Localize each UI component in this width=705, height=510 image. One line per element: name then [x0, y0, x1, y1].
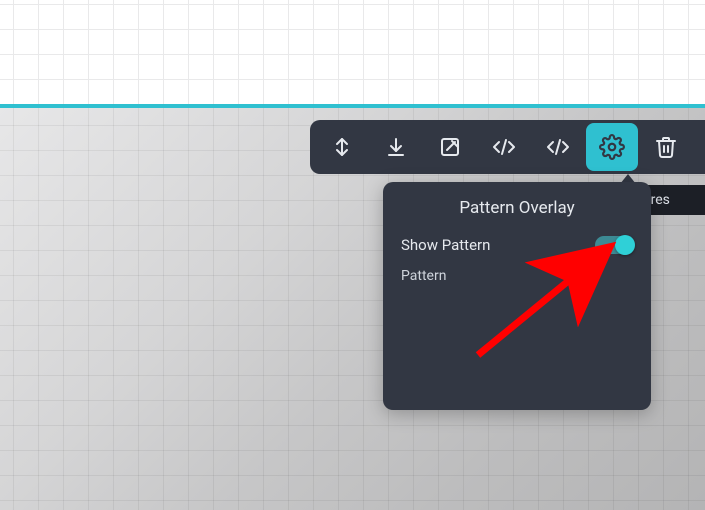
move-vertical-icon [330, 135, 354, 159]
code-icon [491, 135, 517, 159]
move-button[interactable] [316, 123, 368, 171]
show-pattern-label: Show Pattern [401, 236, 490, 254]
code-button[interactable] [478, 123, 530, 171]
trash-icon [654, 135, 678, 159]
toggle-knob [615, 235, 635, 255]
edit-icon [438, 135, 462, 159]
show-pattern-row: Show Pattern [401, 236, 633, 254]
settings-button[interactable] [586, 123, 638, 171]
canvas-stage: tres Pattern Overlay Show Pattern Patter… [0, 0, 705, 510]
gear-icon [599, 134, 625, 160]
panel-title: Pattern Overlay [401, 198, 633, 218]
edit-button[interactable] [424, 123, 476, 171]
download-icon [384, 135, 408, 159]
pattern-overlay-panel: Pattern Overlay Show Pattern Pattern [383, 182, 651, 410]
top-grid-area [0, 0, 705, 104]
download-button[interactable] [370, 123, 422, 171]
code-icon-alt [545, 135, 571, 159]
pattern-label: Pattern [401, 268, 633, 284]
element-toolbar [310, 120, 705, 174]
show-pattern-toggle[interactable] [595, 236, 633, 254]
code-alt-button[interactable] [532, 123, 584, 171]
delete-button[interactable] [640, 123, 692, 171]
